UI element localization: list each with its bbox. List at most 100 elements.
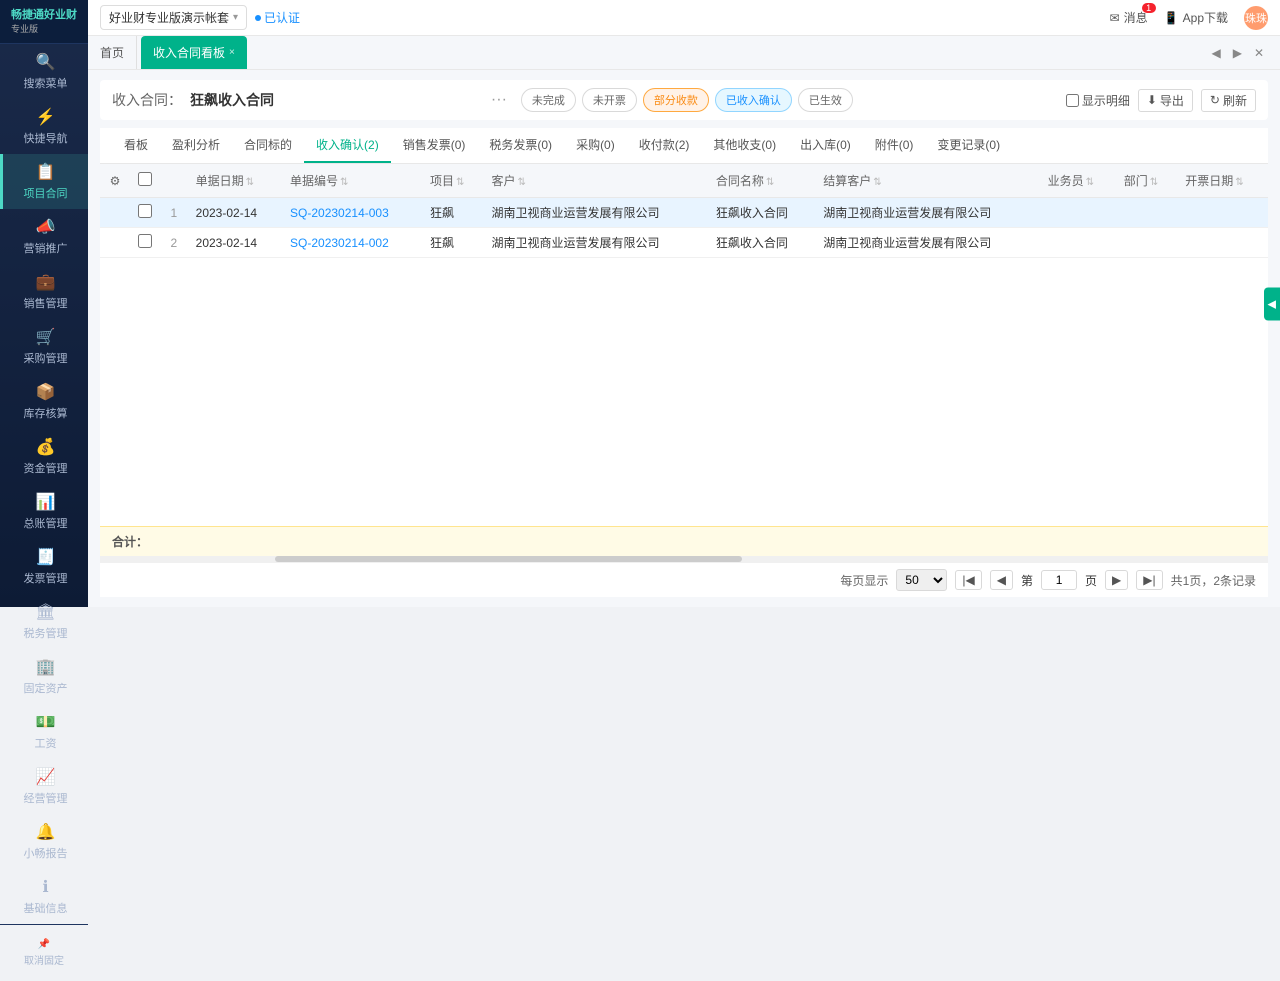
- status-incomplete[interactable]: 未完成: [521, 88, 576, 112]
- customer-col-header: 客户⇅: [483, 164, 707, 198]
- user-avatar[interactable]: 珠珠: [1244, 6, 1268, 30]
- tab-next-icon[interactable]: ▶: [1229, 44, 1246, 62]
- chart-icon: 📊: [36, 492, 56, 512]
- tab-sales-invoice[interactable]: 销售发票(0): [391, 128, 478, 163]
- project-col-header: 项目⇅: [422, 164, 483, 198]
- export-button[interactable]: ⬇ 导出: [1138, 89, 1193, 112]
- home-tab[interactable]: 首页: [100, 36, 137, 69]
- invoicedate-sort-icon[interactable]: ⇅: [1235, 177, 1243, 188]
- status-partial-collect[interactable]: 部分收款: [643, 88, 709, 112]
- row2-checkbox-cell: [130, 228, 160, 258]
- tab-warehouse[interactable]: 出入库(0): [788, 128, 863, 163]
- sidebar-item-quick[interactable]: ⚡ 快捷导航: [0, 99, 88, 154]
- contract-col-header: 合同名称⇅: [708, 164, 815, 198]
- sidebar-item-marketing[interactable]: 📣 营销推广: [0, 209, 88, 264]
- sidebar-item-finance[interactable]: 💰 资金管理: [0, 429, 88, 484]
- row2-docno-link[interactable]: SQ-20230214-002: [290, 236, 389, 250]
- tab-kanban[interactable]: 看板: [112, 128, 160, 163]
- tab-contract-item[interactable]: 合同标的: [232, 128, 304, 163]
- tab-tax-invoice[interactable]: 税务发票(0): [477, 128, 564, 163]
- salesman-col-header: 业务员⇅: [1040, 164, 1116, 198]
- sidebar-item-inventory[interactable]: 📦 库存核算: [0, 374, 88, 429]
- status-uninvoiced[interactable]: 未开票: [582, 88, 637, 112]
- sidebar-item-label: 工资: [35, 735, 57, 751]
- row1-docno-link[interactable]: SQ-20230214-003: [290, 206, 389, 220]
- first-page-button[interactable]: |◀: [955, 570, 981, 590]
- sidebar-item-invoice[interactable]: 🧾 发票管理: [0, 539, 88, 594]
- prev-page-button[interactable]: ◀: [990, 570, 1013, 590]
- pin-icon: 📌: [38, 939, 50, 950]
- row2-date: 2023-02-14: [188, 228, 282, 258]
- app-download-button[interactable]: 📱 App下载: [1164, 9, 1228, 26]
- tab-other-income[interactable]: 其他收支(0): [701, 128, 788, 163]
- message-badge: 1: [1142, 3, 1156, 13]
- dept-sort-icon[interactable]: ⇅: [1150, 177, 1158, 188]
- contract-sort-icon[interactable]: ⇅: [766, 177, 774, 188]
- checkbox-col-header: [130, 164, 160, 198]
- sidebar-item-label: 销售管理: [24, 295, 68, 311]
- tabbar-controls: ◀ ▶ ✕: [1207, 44, 1268, 62]
- active-tab[interactable]: 收入合同看板 ×: [141, 36, 247, 69]
- tab-purchase[interactable]: 采购(0): [564, 128, 627, 163]
- pin-button[interactable]: 📌 取消固定: [4, 933, 84, 973]
- lightning-icon: ⚡: [36, 107, 56, 127]
- row2-salesman: [1040, 228, 1116, 258]
- sidebar-item-label: 营销推广: [24, 240, 68, 256]
- close-tab-icon[interactable]: ×: [229, 47, 235, 58]
- row1-checkbox[interactable]: [138, 204, 152, 218]
- select-all-checkbox[interactable]: [138, 172, 152, 186]
- row2-settings: [100, 228, 130, 258]
- last-page-button[interactable]: ▶|: [1136, 570, 1162, 590]
- topbar-right: ✉ 1 消息 📱 App下载 珠珠: [1110, 6, 1268, 30]
- right-panel-toggle[interactable]: ◀: [1264, 287, 1280, 320]
- sidebar-item-assets[interactable]: 🏢 固定资产: [0, 649, 88, 704]
- page-input[interactable]: [1041, 570, 1077, 590]
- docno-sort-icon[interactable]: ⇅: [340, 177, 348, 188]
- message-icon: ✉: [1110, 11, 1120, 25]
- invoicedate-col-header: 开票日期⇅: [1177, 164, 1268, 198]
- salesman-sort-icon[interactable]: ⇅: [1086, 177, 1094, 188]
- table-footer: 合计：: [100, 526, 1268, 556]
- row2-checkbox[interactable]: [138, 234, 152, 248]
- tab-revenue-confirm[interactable]: 收入确认(2): [304, 128, 391, 163]
- row2-docno[interactable]: SQ-20230214-002: [282, 228, 422, 258]
- sidebar-item-salary[interactable]: 💵 工资: [0, 704, 88, 759]
- sidebar-item-ledger[interactable]: 📊 总账管理: [0, 484, 88, 539]
- company-selector[interactable]: 好业财专业版演示帐套 ▾: [100, 5, 247, 30]
- sidebar-item-project[interactable]: 📋 项目合同: [0, 154, 88, 209]
- sidebar-item-label: 快捷导航: [24, 130, 68, 146]
- sidebar-item-sales[interactable]: 💼 销售管理: [0, 264, 88, 319]
- sidebar-item-purchase[interactable]: 🛒 采购管理: [0, 319, 88, 374]
- refresh-button[interactable]: ↻ 刷新: [1201, 89, 1256, 112]
- sidebar-item-report[interactable]: 🔔 小畅报告: [0, 814, 88, 869]
- settings-gear-icon[interactable]: ⚙: [108, 174, 122, 188]
- show-detail-checkbox[interactable]: 显示明细: [1066, 92, 1130, 109]
- status-confirmed[interactable]: 已收入确认: [715, 88, 792, 112]
- sidebar-item-label: 经营管理: [24, 790, 68, 806]
- billing-sort-icon[interactable]: ⇅: [873, 177, 881, 188]
- tab-profit[interactable]: 盈利分析: [160, 128, 232, 163]
- sidebar-item-tax[interactable]: 🏛 税务管理: [0, 594, 88, 649]
- status-effective[interactable]: 已生效: [798, 88, 853, 112]
- sidebar-item-label: 采购管理: [24, 350, 68, 366]
- sidebar-item-search[interactable]: 🔍 搜索菜单: [0, 44, 88, 99]
- tab-change-log[interactable]: 变更记录(0): [925, 128, 1012, 163]
- customer-sort-icon[interactable]: ⇅: [517, 177, 525, 188]
- next-page-button[interactable]: ▶: [1105, 570, 1128, 590]
- sidebar-item-mgmt[interactable]: 📈 经营管理: [0, 759, 88, 814]
- row1-docno[interactable]: SQ-20230214-003: [282, 198, 422, 228]
- per-page-select[interactable]: 50 100: [896, 569, 947, 591]
- tab-payment[interactable]: 收付款(2): [627, 128, 702, 163]
- receipt-icon: 🧾: [36, 547, 56, 567]
- project-sort-icon[interactable]: ⇅: [456, 177, 464, 188]
- sidebar-item-basic[interactable]: ℹ 基础信息: [0, 869, 88, 924]
- date-sort-icon[interactable]: ⇅: [246, 177, 254, 188]
- tab-prev-icon[interactable]: ◀: [1207, 44, 1224, 62]
- message-button[interactable]: ✉ 1 消息: [1110, 9, 1148, 26]
- tab-attachment[interactable]: 附件(0): [863, 128, 926, 163]
- show-detail-check[interactable]: [1066, 94, 1079, 107]
- show-detail-label: 显示明细: [1082, 92, 1130, 109]
- tab-close-icon[interactable]: ✕: [1250, 44, 1268, 62]
- date-col-header: 单据日期⇅: [188, 164, 282, 198]
- more-button[interactable]: ···: [487, 91, 511, 109]
